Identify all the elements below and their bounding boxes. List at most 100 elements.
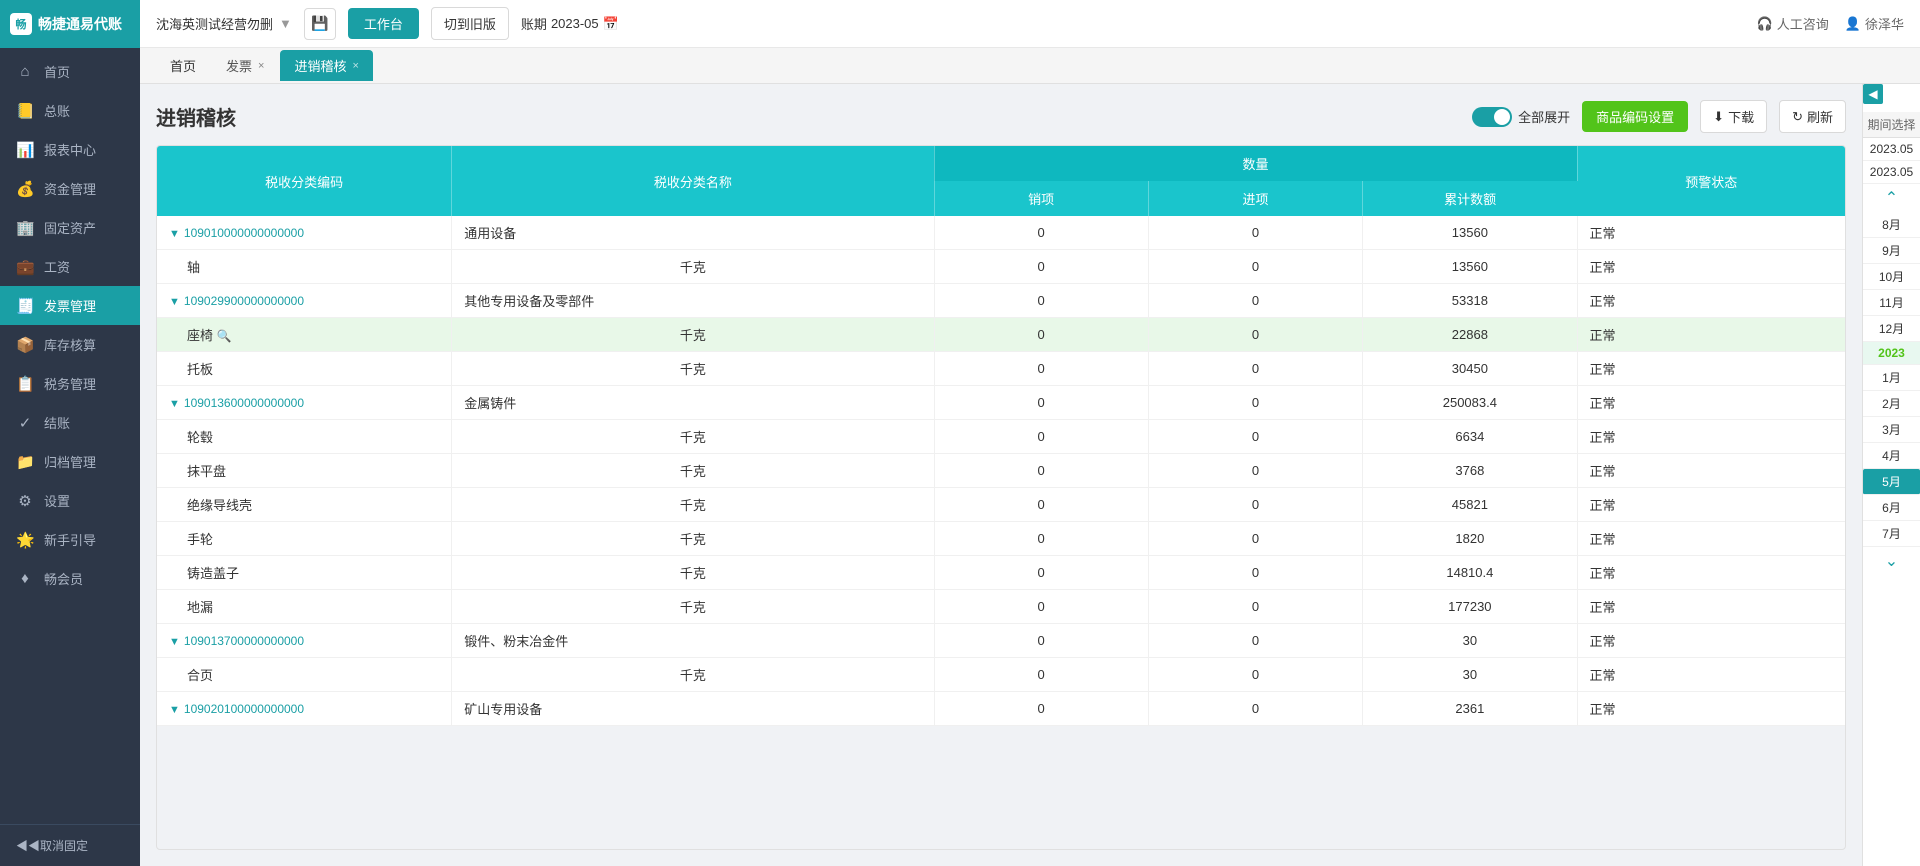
td-unit: 千克 xyxy=(452,658,934,692)
td-purchase: 0 xyxy=(1148,352,1362,386)
period-month-7[interactable]: 7月 xyxy=(1863,521,1920,547)
save-icon-btn[interactable]: 💾 xyxy=(304,8,336,40)
company-dropdown-icon[interactable]: ▼ xyxy=(279,16,292,31)
headset-icon: 🎧 xyxy=(1757,16,1773,32)
sidebar-footer-toggle[interactable]: ◀◀取消固定 xyxy=(0,824,140,866)
download-btn[interactable]: ⬇ 下载 xyxy=(1700,100,1767,133)
table-row[interactable]: 抹平盘 千克 0 0 3768 正常 xyxy=(157,454,1845,488)
td-status: 正常 xyxy=(1577,284,1845,318)
td-total: 13560 xyxy=(1363,216,1577,250)
sidebar-item-guide[interactable]: 🌟 新手引导 xyxy=(0,520,140,559)
tab-invoice-close[interactable]: × xyxy=(258,60,264,72)
td-sales: 0 xyxy=(934,420,1148,454)
period-month-2[interactable]: 2月 xyxy=(1863,391,1920,417)
logo-icon: 畅 xyxy=(10,13,32,35)
sidebar-item-inventory[interactable]: 📦 库存核算 xyxy=(0,325,140,364)
td-code: ▼109013700000000000 xyxy=(157,624,452,658)
td-status: 正常 xyxy=(1577,488,1845,522)
sidebar-item-tax[interactable]: 📋 税务管理 xyxy=(0,364,140,403)
td-unit: 千克 xyxy=(452,488,934,522)
table-row[interactable]: 地漏 千克 0 0 177230 正常 xyxy=(157,590,1845,624)
table-row[interactable]: 绝缘导线壳 千克 0 0 45821 正常 xyxy=(157,488,1845,522)
company-selector[interactable]: 沈海英测试经营勿删 ▼ xyxy=(156,14,292,33)
tab-reconcile-label: 进销稽核 xyxy=(294,56,346,75)
tab-home[interactable]: 首页 xyxy=(156,50,210,81)
table-row[interactable]: 轴 千克 0 0 13560 正常 xyxy=(157,250,1845,284)
period-month-10[interactable]: 10月 xyxy=(1863,264,1920,290)
toggle-expand-switch[interactable] xyxy=(1472,107,1512,127)
sidebar-item-funds[interactable]: 💰 资金管理 xyxy=(0,169,140,208)
period-month-4[interactable]: 4月 xyxy=(1863,443,1920,469)
sidebar-item-home[interactable]: ⌂ 首页 xyxy=(0,52,140,91)
td-name: 矿山专用设备 xyxy=(452,692,934,726)
user-button[interactable]: 👤 徐泽华 xyxy=(1845,14,1904,33)
data-table: 税收分类编码 税收分类名称 数量 预警状态 销项 进项 累计数额 xyxy=(157,146,1845,726)
user-icon: 👤 xyxy=(1845,16,1861,32)
period-nav-up[interactable]: ⌃ xyxy=(1863,184,1920,212)
table-row[interactable]: 托板 千克 0 0 30450 正常 xyxy=(157,352,1845,386)
th-total: 累计数额 xyxy=(1363,181,1577,216)
td-purchase: 0 xyxy=(1148,420,1362,454)
table-row[interactable]: ▼109029900000000000 其他专用设备及零部件 0 0 53318… xyxy=(157,284,1845,318)
td-total: 30 xyxy=(1363,658,1577,692)
refresh-icon: ↻ xyxy=(1792,109,1803,125)
td-total: 45821 xyxy=(1363,488,1577,522)
th-sales: 销项 xyxy=(934,181,1148,216)
topbar: 沈海英测试经营勿删 ▼ 💾 工作台 切到旧版 账期 2023-05 📅 🎧 人工… xyxy=(140,0,1920,48)
help-button[interactable]: 🎧 人工咨询 xyxy=(1757,14,1829,33)
sidebar-item-settle[interactable]: ✓ 结账 xyxy=(0,403,140,442)
period-year-2023[interactable]: 2023 xyxy=(1863,342,1920,365)
switch-version-button[interactable]: 切到旧版 xyxy=(431,7,509,40)
period-month-5[interactable]: 5月 xyxy=(1863,469,1920,495)
td-code: ▼109029900000000000 xyxy=(157,284,452,318)
period-month-1[interactable]: 1月 xyxy=(1863,365,1920,391)
table-row[interactable]: 铸造盖子 千克 0 0 14810.4 正常 xyxy=(157,556,1845,590)
th-purchase: 进项 xyxy=(1148,181,1362,216)
td-purchase: 0 xyxy=(1148,556,1362,590)
sidebar-item-label: 归档管理 xyxy=(44,452,96,471)
td-status: 正常 xyxy=(1577,624,1845,658)
table-row[interactable]: 手轮 千克 0 0 1820 正常 xyxy=(157,522,1845,556)
period-month-8[interactable]: 8月 xyxy=(1863,212,1920,238)
period-nav-down[interactable]: ⌄ xyxy=(1863,547,1920,575)
table-row[interactable]: 轮毂 千克 0 0 6634 正常 xyxy=(157,420,1845,454)
settings-icon: ⚙ xyxy=(16,492,34,510)
table-row[interactable]: ▼109013700000000000 锻件、粉末冶金件 0 0 30 正常 xyxy=(157,624,1845,658)
td-status: 正常 xyxy=(1577,352,1845,386)
table-row[interactable]: ▼109010000000000000 通用设备 0 0 13560 正常 xyxy=(157,216,1845,250)
sidebar-item-salary[interactable]: 💼 工资 xyxy=(0,247,140,286)
period-month-6[interactable]: 6月 xyxy=(1863,495,1920,521)
workbench-button[interactable]: 工作台 xyxy=(348,8,419,39)
period-year-2023-1[interactable]: 2023.05 xyxy=(1863,138,1920,161)
sidebar-item-member[interactable]: ♦ 畅会员 xyxy=(0,559,140,598)
td-name: 手轮 xyxy=(157,522,452,556)
calendar-icon[interactable]: 📅 xyxy=(603,16,619,32)
sidebar-item-ledger[interactable]: 📒 总账 xyxy=(0,91,140,130)
refresh-btn[interactable]: ↻ 刷新 xyxy=(1779,100,1846,133)
sidebar-item-invoice[interactable]: 🧾 发票管理 xyxy=(0,286,140,325)
sidebar-item-archive[interactable]: 📁 归档管理 xyxy=(0,442,140,481)
table-row[interactable]: ▼109013600000000000 金属铸件 0 0 250083.4 正常 xyxy=(157,386,1845,420)
period-month-9[interactable]: 9月 xyxy=(1863,238,1920,264)
panel-collapse-btn[interactable]: ◀ xyxy=(1863,84,1883,104)
period-month-11[interactable]: 11月 xyxy=(1863,290,1920,316)
sidebar-item-reports[interactable]: 📊 报表中心 xyxy=(0,130,140,169)
period-year-2023-2[interactable]: 2023.05 xyxy=(1863,161,1920,184)
td-purchase: 0 xyxy=(1148,250,1362,284)
sidebar-item-settings[interactable]: ⚙ 设置 xyxy=(0,481,140,520)
period-month-3[interactable]: 3月 xyxy=(1863,417,1920,443)
table-row[interactable]: ▼109020100000000000 矿山专用设备 0 0 2361 正常 xyxy=(157,692,1845,726)
tab-invoice[interactable]: 发票 × xyxy=(212,50,278,81)
period-month-12[interactable]: 12月 xyxy=(1863,316,1920,342)
company-name: 沈海英测试经营勿删 xyxy=(156,14,273,33)
td-total: 1820 xyxy=(1363,522,1577,556)
tab-reconcile-close[interactable]: × xyxy=(352,60,358,72)
sidebar-item-assets[interactable]: 🏢 固定资产 xyxy=(0,208,140,247)
table-row[interactable]: 合页 千克 0 0 30 正常 xyxy=(157,658,1845,692)
td-total: 177230 xyxy=(1363,590,1577,624)
td-sales: 0 xyxy=(934,522,1148,556)
table-row[interactable]: 座椅 🔍 千克 0 0 22868 正常 xyxy=(157,318,1845,352)
product-code-btn[interactable]: 商品编码设置 xyxy=(1582,101,1688,132)
tab-reconcile[interactable]: 进销稽核 × xyxy=(280,50,372,81)
td-status: 正常 xyxy=(1577,250,1845,284)
